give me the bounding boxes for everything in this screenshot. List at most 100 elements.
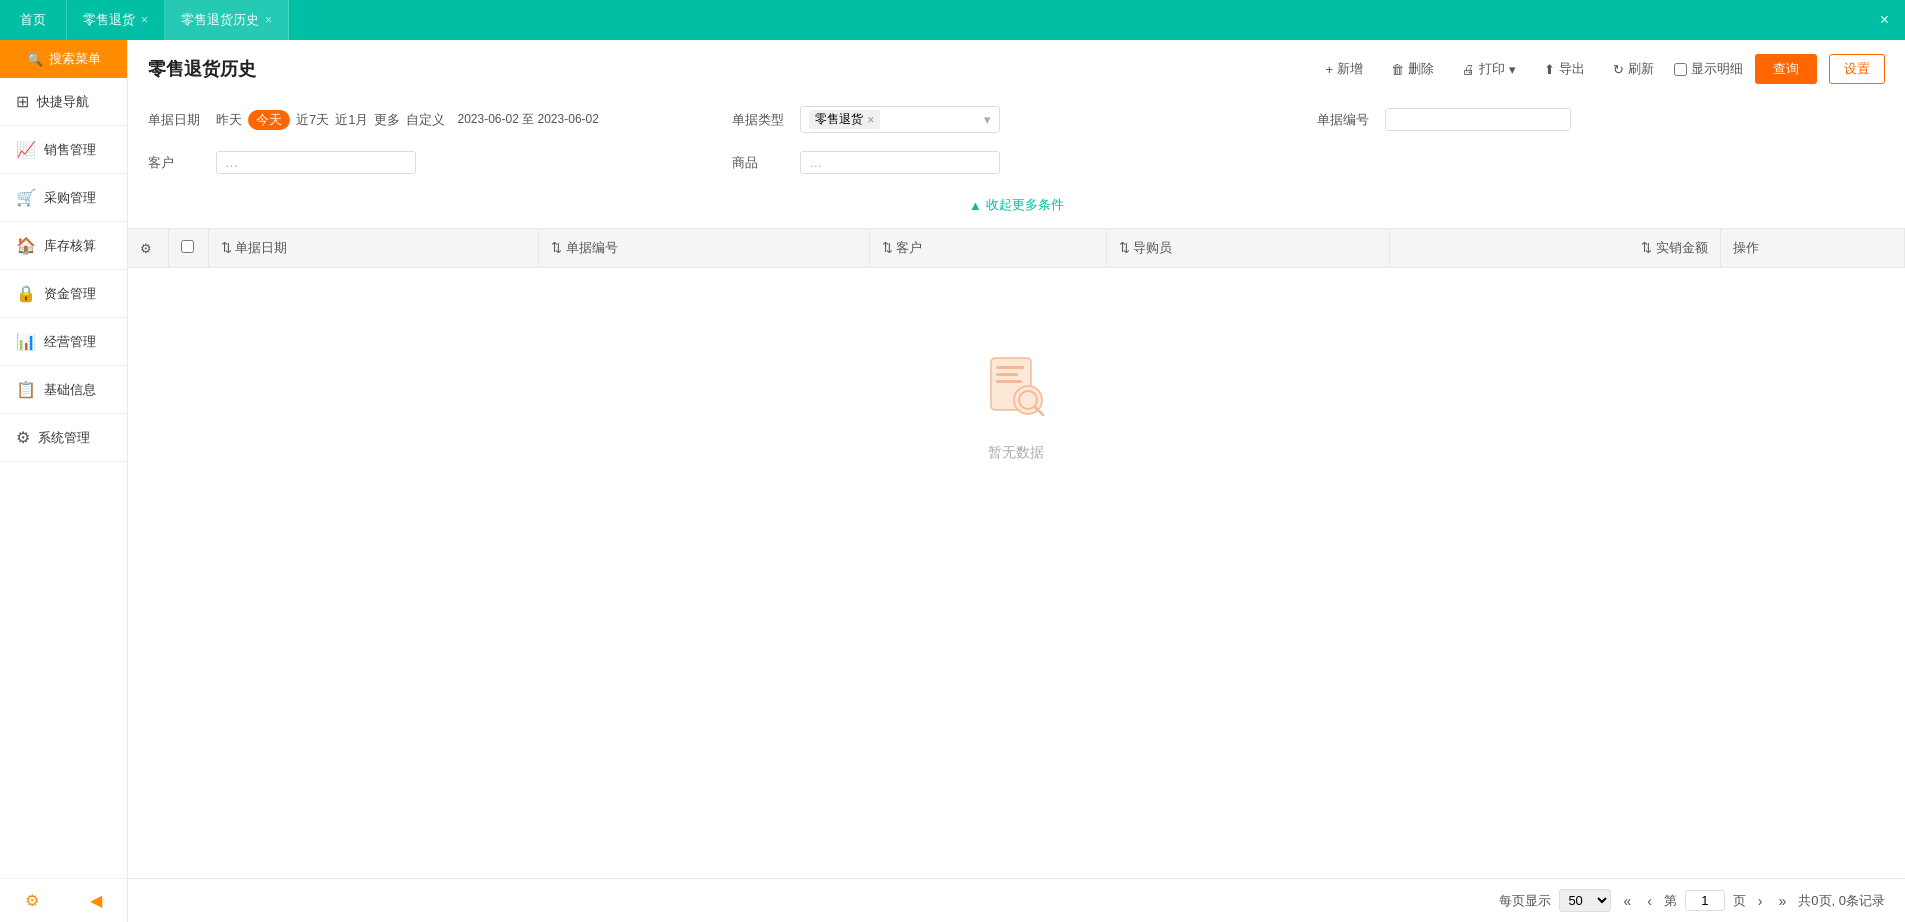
- page-title-row: 零售退货历史 + 新增 🗑 删除 🖨 打印 ▾: [148, 54, 1885, 84]
- sidebar-item-finance[interactable]: 🔒 资金管理: [0, 270, 127, 318]
- print-label: 打印: [1479, 60, 1505, 78]
- next-page-button[interactable]: ›: [1754, 891, 1767, 911]
- tab-retail-return[interactable]: 零售退货 ×: [67, 0, 165, 40]
- goods-filter-col: 商品 …: [732, 151, 1300, 174]
- sidebar-bottom: ⚙ ◀: [0, 878, 127, 922]
- per-page-select[interactable]: 10 20 50 100: [1559, 889, 1611, 912]
- sidebar-item-purchase-mgmt[interactable]: 🛒 采购管理: [0, 174, 127, 222]
- tab-retail-return-history[interactable]: 零售退货历史 ×: [165, 0, 289, 40]
- type-filter-select[interactable]: 零售退货 × ▾: [800, 106, 1000, 133]
- type-filter-col: 单据类型 零售退货 × ▾: [732, 106, 1300, 133]
- th-number[interactable]: ⇅ 单据编号: [539, 229, 870, 268]
- print-icon: 🖨: [1462, 62, 1475, 77]
- filter-area: 单据日期 昨天 今天 近7天 近1月 更多 自定义 2023-06-02 至 2…: [148, 96, 1885, 228]
- collapse-sidebar-icon[interactable]: ◀: [90, 891, 102, 910]
- new-button[interactable]: + 新增: [1317, 56, 1371, 82]
- th-customer[interactable]: ⇅ 客户: [869, 229, 1106, 268]
- date-opt-1month[interactable]: 近1月: [335, 111, 368, 129]
- date-opt-today[interactable]: 今天: [248, 110, 290, 130]
- query-button[interactable]: 查询: [1755, 54, 1817, 84]
- select-all-checkbox[interactable]: [181, 240, 194, 253]
- prev-page-button[interactable]: ‹: [1643, 891, 1656, 911]
- export-icon: ⬆: [1544, 62, 1555, 77]
- sidebar-item-operation-label: 经营管理: [44, 333, 96, 351]
- number-filter-input[interactable]: [1385, 108, 1571, 131]
- delete-label: 删除: [1408, 60, 1434, 78]
- show-detail-checkbox[interactable]: [1674, 63, 1687, 76]
- th-guide[interactable]: ⇅ 导购员: [1106, 229, 1390, 268]
- sidebar-item-quick-nav[interactable]: ⊞ 快捷导航: [0, 78, 127, 126]
- filter-row-1: 单据日期 昨天 今天 近7天 近1月 更多 自定义 2023-06-02 至 2…: [148, 106, 1885, 141]
- sidebar-item-sales-mgmt[interactable]: 📈 销售管理: [0, 126, 127, 174]
- collapse-label: 收起更多条件: [986, 196, 1064, 214]
- tab-retail-return-close[interactable]: ×: [141, 13, 148, 27]
- last-page-button[interactable]: »: [1775, 891, 1791, 911]
- sidebar-item-finance-label: 资金管理: [44, 285, 96, 303]
- tab-home[interactable]: 首页: [0, 0, 67, 40]
- export-label: 导出: [1559, 60, 1585, 78]
- customer-filter-col: 客户 …: [148, 151, 716, 174]
- th-guide-label: ⇅ 导购员: [1119, 240, 1173, 255]
- print-dropdown-icon: ▾: [1509, 62, 1516, 77]
- empty-text: 暂无数据: [988, 444, 1044, 462]
- export-button[interactable]: ⬆ 导出: [1536, 56, 1593, 82]
- empty-illustration: [976, 348, 1056, 428]
- type-filter-value: 零售退货: [815, 111, 863, 128]
- date-opt-yesterday[interactable]: 昨天: [216, 111, 242, 129]
- sidebar-item-basic-info[interactable]: 📋 基础信息: [0, 366, 127, 414]
- svg-rect-3: [996, 380, 1022, 383]
- main-layout: 🔍 搜索菜单 ⊞ 快捷导航 📈 销售管理 🛒 采购管理 🏠 库存核算 🔒 资金管…: [0, 40, 1905, 922]
- date-filter-label: 单据日期: [148, 111, 208, 129]
- sidebar-item-purchase-label: 采购管理: [44, 189, 96, 207]
- refresh-label: 刷新: [1628, 60, 1654, 78]
- refresh-button[interactable]: ↻ 刷新: [1605, 56, 1662, 82]
- date-range-display: 2023-06-02 至 2023-06-02: [457, 111, 598, 128]
- date-opt-custom[interactable]: 自定义: [406, 111, 445, 129]
- new-icon: +: [1325, 62, 1333, 77]
- sidebar-search-label: 搜索菜单: [49, 50, 101, 68]
- print-button[interactable]: 🖨 打印 ▾: [1454, 56, 1524, 82]
- goods-filter-label: 商品: [732, 154, 792, 172]
- total-info: 共0页, 0条记录: [1798, 892, 1885, 910]
- settings-button[interactable]: 设置: [1829, 54, 1885, 84]
- th-date[interactable]: ⇅ 单据日期: [208, 229, 539, 268]
- th-check[interactable]: [168, 229, 208, 268]
- collapse-button[interactable]: ▲ 收起更多条件: [148, 192, 1885, 218]
- date-opt-more[interactable]: 更多: [374, 111, 400, 129]
- new-label: 新增: [1337, 60, 1363, 78]
- date-opt-7days[interactable]: 近7天: [296, 111, 329, 129]
- th-gear[interactable]: ⚙: [128, 229, 168, 268]
- page-number-input[interactable]: [1685, 890, 1725, 911]
- tab-retail-return-history-close[interactable]: ×: [265, 13, 272, 27]
- toolbar: + 新增 🗑 删除 🖨 打印 ▾ ⬆ 导出: [1317, 54, 1885, 84]
- page-header: 零售退货历史 + 新增 🗑 删除 🖨 打印 ▾: [128, 40, 1905, 229]
- sidebar-search[interactable]: 🔍 搜索菜单: [0, 40, 127, 78]
- th-customer-label: ⇅ 客户: [882, 240, 923, 255]
- number-filter-col: 单据编号: [1317, 108, 1885, 131]
- sidebar-item-stock-label: 库存核算: [44, 237, 96, 255]
- sidebar-item-operation[interactable]: 📊 经营管理: [0, 318, 127, 366]
- type-filter-close[interactable]: ×: [867, 113, 874, 127]
- purchase-icon: 🛒: [16, 188, 36, 207]
- customer-filter-input[interactable]: …: [216, 151, 416, 174]
- settings-bottom-icon[interactable]: ⚙: [25, 891, 39, 910]
- th-action: 操作: [1720, 229, 1904, 268]
- sidebar-item-system[interactable]: ⚙ 系统管理: [0, 414, 127, 462]
- data-table: ⚙ ⇅ 单据日期 ⇅ 单据编号 ⇅ 客户: [128, 229, 1905, 542]
- th-amount-label: ⇅ 实销金额: [1641, 240, 1708, 255]
- sidebar-item-stock[interactable]: 🏠 库存核算: [0, 222, 127, 270]
- type-dropdown-icon: ▾: [984, 112, 991, 127]
- delete-button[interactable]: 🗑 删除: [1383, 56, 1442, 82]
- date-options: 昨天 今天 近7天 近1月 更多 自定义: [216, 110, 445, 130]
- system-icon: ⚙: [16, 428, 30, 447]
- th-amount[interactable]: ⇅ 实销金额: [1390, 229, 1721, 268]
- goods-filter-input[interactable]: …: [800, 151, 1000, 174]
- pagination-bar: 每页显示 10 20 50 100 « ‹ 第 页 › » 共0页, 0条记录: [128, 878, 1905, 922]
- first-page-button[interactable]: «: [1619, 891, 1635, 911]
- table-body: 暂无数据: [128, 268, 1905, 543]
- window-close-button[interactable]: ×: [1864, 11, 1905, 29]
- basic-info-icon: 📋: [16, 380, 36, 399]
- show-detail-checkbox-label[interactable]: 显示明细: [1674, 60, 1743, 78]
- sidebar-item-quick-nav-label: 快捷导航: [37, 93, 89, 111]
- page-title: 零售退货历史: [148, 57, 256, 81]
